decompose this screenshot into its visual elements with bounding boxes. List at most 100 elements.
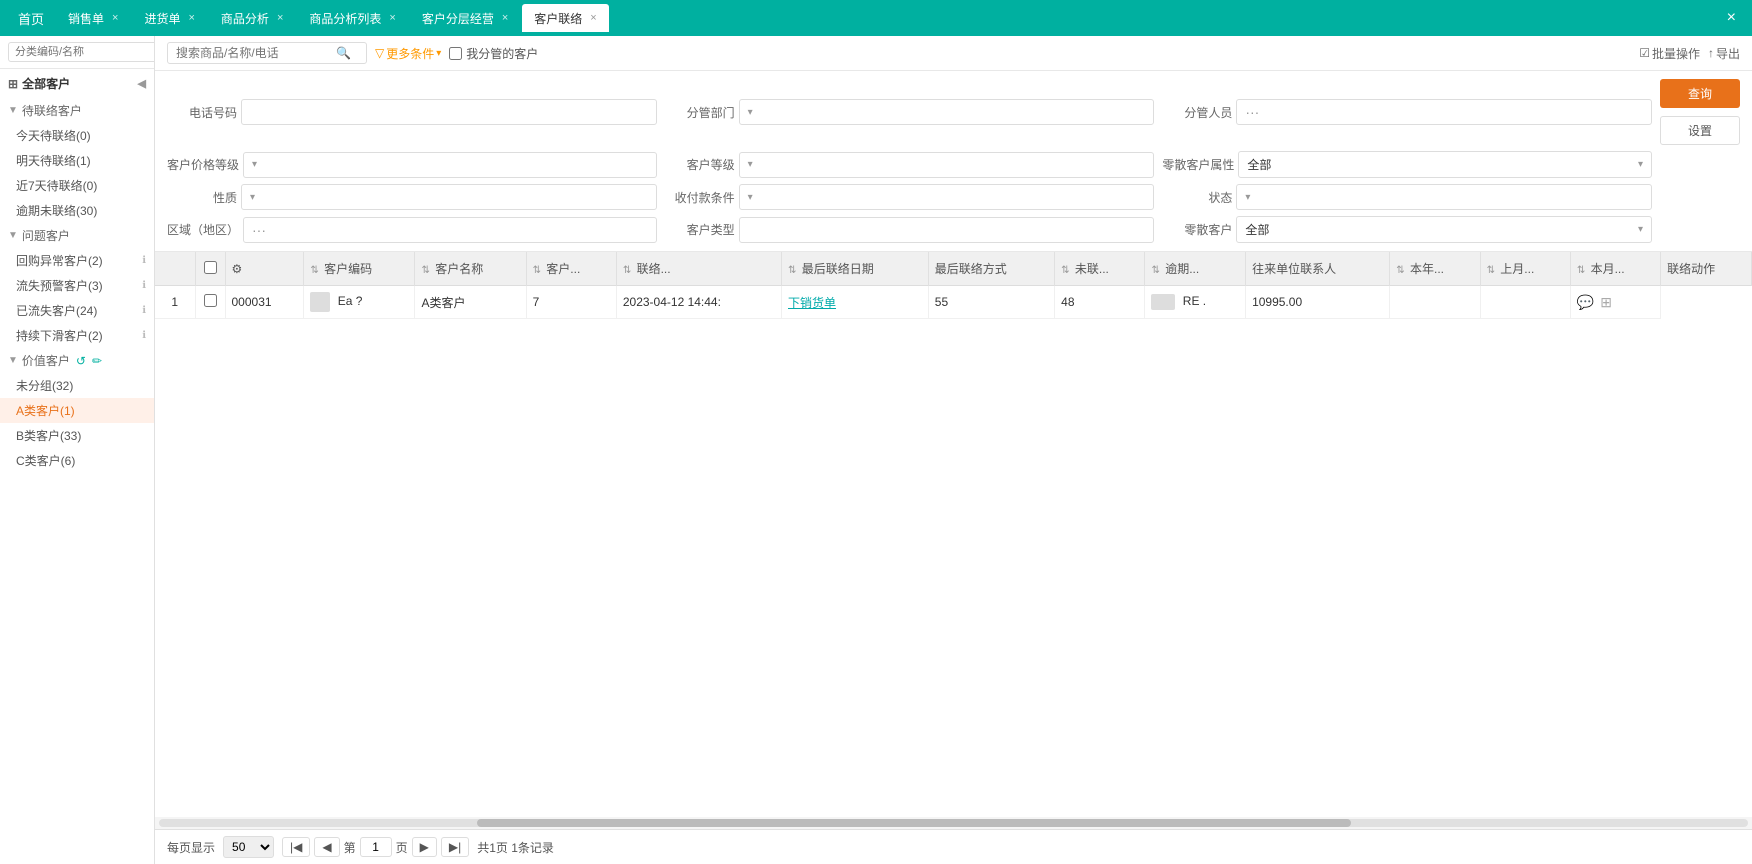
- tab-product-analysis[interactable]: 商品分析 ×: [209, 4, 295, 32]
- next-page-button[interactable]: ▶: [412, 837, 437, 857]
- sort-icon-7: ⇅: [1151, 265, 1159, 276]
- horizontal-scrollbar[interactable]: [155, 817, 1752, 829]
- scrollbar-track[interactable]: [159, 819, 1748, 827]
- scrollbar-thumb[interactable]: [477, 819, 1351, 827]
- row-checkbox[interactable]: [204, 294, 217, 307]
- page-number-input[interactable]: [360, 837, 392, 857]
- prev-page-button[interactable]: ◀: [314, 837, 339, 857]
- info-icon-2: ℹ: [142, 280, 146, 291]
- close-customer-tier-tab[interactable]: ×: [502, 12, 508, 24]
- person-select[interactable]: ···: [1236, 99, 1652, 125]
- checkbox-icon: ☑: [1639, 46, 1650, 60]
- info-icon-1: ℹ: [142, 255, 146, 266]
- pending-contact-group[interactable]: ▼ 待联络客户: [0, 98, 154, 123]
- cust-type-input[interactable]: [739, 217, 1155, 243]
- filter-row-4: 区域（地区） ··· 客户类型 零散客户 全部 ▾: [167, 216, 1740, 243]
- col-contact-count[interactable]: ⇅ 联络...: [616, 252, 781, 286]
- tab-purchase[interactable]: 进货单 ×: [132, 4, 206, 32]
- phone-input[interactable]: [241, 99, 657, 125]
- col-this-month[interactable]: ⇅ 本月...: [1570, 252, 1660, 286]
- contact-placeholder: [1151, 294, 1175, 310]
- grid-action-icon[interactable]: ⊞: [1600, 294, 1612, 311]
- filter-row-1: 电话号码 分管部门 ▾ 分管人员 ··· 查询 设置: [167, 79, 1740, 145]
- problem-customer-group[interactable]: ▼ 问题客户: [0, 223, 154, 248]
- last-page-button[interactable]: ▶|: [441, 837, 469, 857]
- col-last-method[interactable]: 最后联络方式: [928, 252, 1054, 286]
- close-customer-contact-tab[interactable]: ×: [590, 12, 596, 24]
- close-purchase-tab[interactable]: ×: [188, 12, 194, 24]
- sort-icon-9: ⇅: [1487, 265, 1495, 276]
- sidebar-item-tomorrow[interactable]: 明天待联络(1): [0, 148, 154, 173]
- sidebar-item-repurchase-abnormal[interactable]: 回购异常客户(2) ℹ: [0, 248, 154, 273]
- retail-cust-select[interactable]: 全部 ▾: [1236, 216, 1652, 243]
- payment-select[interactable]: ▾: [739, 184, 1155, 210]
- sidebar-item-b-class[interactable]: B类客户(33): [0, 423, 154, 448]
- edit-icon[interactable]: ✏: [92, 354, 102, 368]
- col-customer-name[interactable]: ⇅ 客户名称: [415, 252, 526, 286]
- settings-button[interactable]: 设置: [1660, 116, 1740, 145]
- col-overdue[interactable]: ⇅ 逾期...: [1145, 252, 1246, 286]
- sidebar-item-churn-warning[interactable]: 流失预警客户(3) ℹ: [0, 273, 154, 298]
- status-select[interactable]: ▾: [1236, 184, 1652, 210]
- main-search-icon[interactable]: 🔍: [336, 46, 351, 60]
- sidebar-item-c-class[interactable]: C类客户(6): [0, 448, 154, 473]
- collapse-sidebar-icon[interactable]: ◀: [138, 77, 146, 90]
- sidebar: 🔍 ⊞ 全部客户 ◀ ▼ 待联络客户 今天待联络(0) 明天待联络(1) 近7天…: [0, 36, 155, 864]
- tab-sales[interactable]: 销售单 ×: [56, 4, 130, 32]
- home-tab[interactable]: 首页: [8, 9, 54, 28]
- window-close-button[interactable]: ×: [1719, 9, 1744, 27]
- page-size-select[interactable]: 50 100 200: [223, 836, 274, 858]
- col-not-contact[interactable]: ⇅ 未联...: [1055, 252, 1145, 286]
- tab-product-list[interactable]: 商品分析列表 ×: [297, 4, 407, 32]
- cell-last-method[interactable]: 下销货单: [782, 286, 929, 319]
- nature-select[interactable]: ▾: [241, 184, 657, 210]
- sidebar-item-lost[interactable]: 已流失客户(24) ℹ: [0, 298, 154, 323]
- tab-customer-contact[interactable]: 客户联络 ×: [522, 4, 608, 32]
- select-all-checkbox[interactable]: [204, 261, 217, 274]
- cell-overdue: 48: [1055, 286, 1145, 319]
- close-product-tab[interactable]: ×: [277, 12, 283, 24]
- action-col: 查询 设置: [1660, 79, 1740, 145]
- sidebar-search-input[interactable]: [8, 42, 155, 62]
- sidebar-item-today[interactable]: 今天待联络(0): [0, 123, 154, 148]
- refresh-icon[interactable]: ↺: [76, 354, 86, 368]
- sort-icon-10: ⇅: [1577, 265, 1585, 276]
- retail-attr-select[interactable]: 全部 ▾: [1238, 151, 1652, 178]
- dept-select[interactable]: ▾: [739, 99, 1155, 125]
- col-last-date[interactable]: ⇅ 最后联络日期: [782, 252, 929, 286]
- sidebar-item-declining[interactable]: 持续下滑客户(2) ℹ: [0, 323, 154, 348]
- col-this-year[interactable]: ⇅ 本年...: [1390, 252, 1480, 286]
- tab-customer-tier[interactable]: 客户分层经营 ×: [410, 4, 520, 32]
- col-last-month[interactable]: ⇅ 上月...: [1480, 252, 1570, 286]
- sort-icon-2: ⇅: [421, 265, 429, 276]
- col-customer-code[interactable]: ⇅ 客户编码: [304, 252, 415, 286]
- close-sales-tab[interactable]: ×: [112, 12, 118, 24]
- region-select[interactable]: ···: [243, 217, 657, 243]
- main-search-input[interactable]: [176, 46, 336, 60]
- my-customers-checkbox[interactable]: [449, 47, 462, 60]
- cell-name[interactable]: Ea ?: [304, 286, 415, 319]
- customer-grade-select[interactable]: ▾: [739, 152, 1155, 178]
- region-label: 区域（地区）: [167, 221, 239, 238]
- first-page-button[interactable]: |◀: [282, 837, 310, 857]
- sidebar-item-7days[interactable]: 近7天待联络(0): [0, 173, 154, 198]
- value-customer-group[interactable]: ▼ 价值客户 ↺ ✏: [0, 348, 154, 373]
- col-customer-type[interactable]: ⇅ 客户...: [526, 252, 616, 286]
- query-button[interactable]: 查询: [1660, 79, 1740, 108]
- sidebar-item-a-class[interactable]: A类客户(1): [0, 398, 154, 423]
- comment-icon[interactable]: 💬: [1577, 294, 1594, 311]
- close-product-list-tab[interactable]: ×: [389, 12, 395, 24]
- col-gear[interactable]: ⚙: [225, 252, 304, 286]
- all-customers-header[interactable]: ⊞ 全部客户 ◀: [0, 69, 154, 98]
- export-button[interactable]: ↑ 导出: [1708, 45, 1740, 62]
- info-icon-4: ℹ: [142, 330, 146, 341]
- price-grade-select[interactable]: ▾: [243, 152, 657, 178]
- sidebar-item-ungrouped[interactable]: 未分组(32): [0, 373, 154, 398]
- my-customers-filter: 我分管的客户: [449, 45, 538, 62]
- price-grade-label: 客户价格等级: [167, 156, 239, 173]
- batch-ops-button[interactable]: ☑ 批量操作: [1639, 45, 1700, 62]
- more-conditions-button[interactable]: ▽ 更多条件 ▾: [375, 45, 441, 62]
- sort-icon-8: ⇅: [1396, 265, 1404, 276]
- col-company-contact[interactable]: 往来单位联系人: [1246, 252, 1390, 286]
- sidebar-item-overdue[interactable]: 逾期未联络(30): [0, 198, 154, 223]
